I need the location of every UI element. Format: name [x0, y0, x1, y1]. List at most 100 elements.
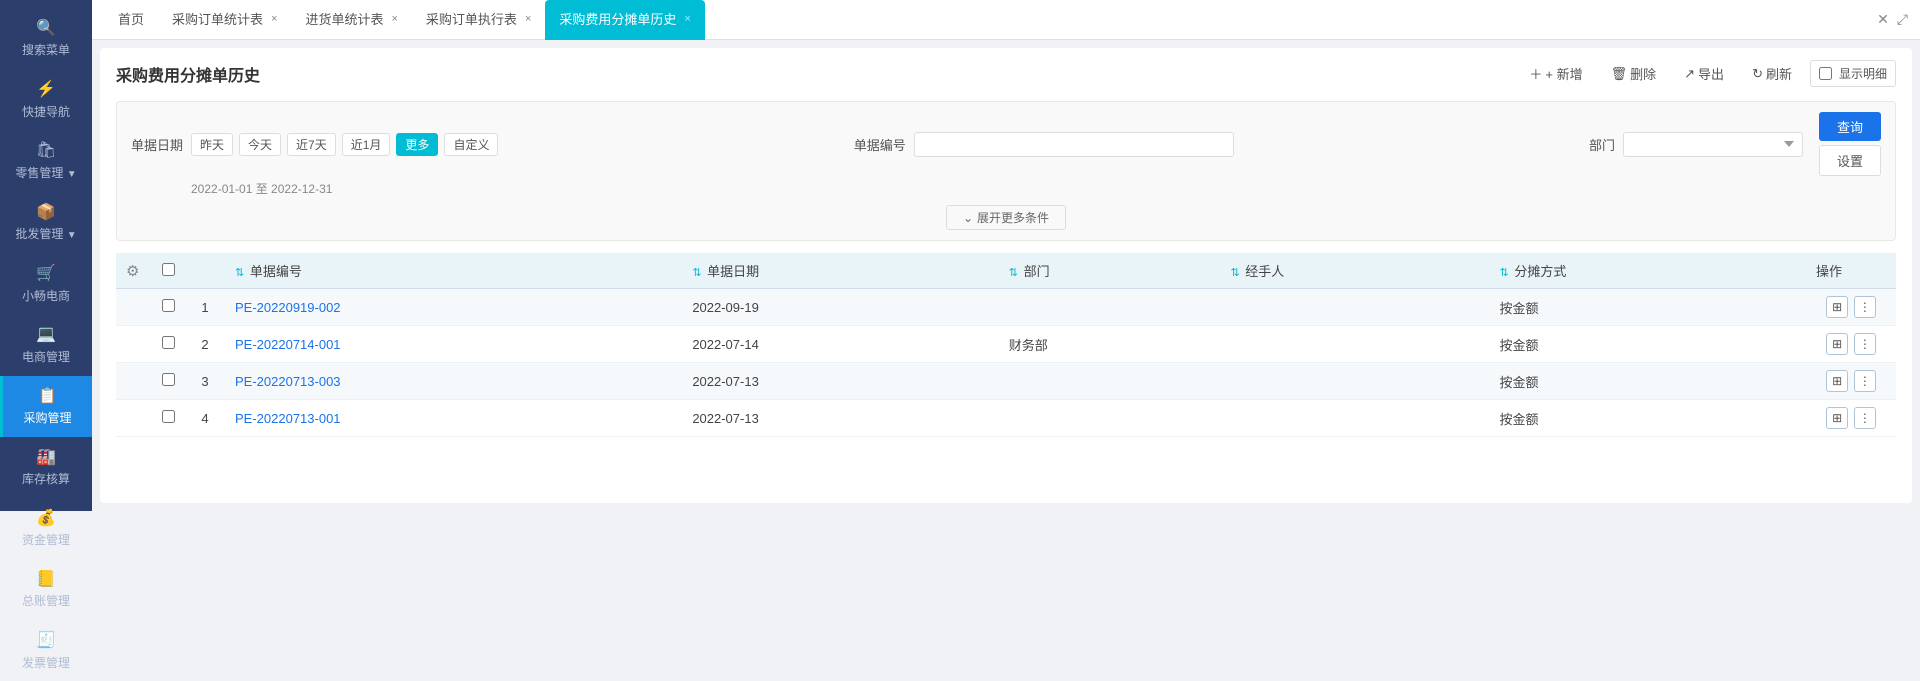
refresh-button[interactable]: ↻ 刷新 — [1742, 60, 1802, 87]
show-cols-checkbox-label[interactable]: 显示明细 — [1810, 60, 1896, 87]
row-dept-1: 财务部 — [999, 326, 1221, 363]
date-filter-group: 单据日期 昨天 今天 近7天 近1月 更多 自定义 — [131, 133, 498, 156]
inventory-icon: 🏭 — [4, 447, 88, 469]
doc-no-link-0[interactable]: PE-20220919-002 — [235, 300, 341, 315]
doc-no-link-1[interactable]: PE-20220714-001 — [235, 337, 341, 352]
more-btn-0[interactable]: ⋮ — [1854, 296, 1876, 318]
more-btn[interactable]: 更多 — [396, 133, 438, 156]
date-filter-label: 单据日期 — [131, 135, 183, 154]
expand-window-icon[interactable]: ⤢ — [1897, 11, 1908, 28]
row-doc-date-3: 2022-07-13 — [682, 400, 998, 437]
select-all-checkbox[interactable] — [162, 263, 175, 276]
doc-no-label: 单据编号 — [854, 135, 906, 154]
row-no-2: 3 — [185, 363, 225, 400]
expand-more-btn[interactable]: ⌄ 展开更多条件 — [946, 205, 1066, 230]
doc-no-link-3[interactable]: PE-20220713-001 — [235, 411, 341, 426]
row-select-3[interactable] — [162, 410, 175, 423]
doc-no-link-2[interactable]: PE-20220713-003 — [235, 374, 341, 389]
more-btn-1[interactable]: ⋮ — [1854, 333, 1876, 355]
row-settings-1 — [116, 326, 152, 363]
dept-select[interactable]: 财务部 — [1623, 132, 1803, 157]
invoice-mgmt-icon: 🧾 — [4, 630, 88, 652]
search-button[interactable]: 查询 — [1819, 112, 1881, 141]
row-dept-0 — [999, 289, 1221, 326]
row-doc-no-3: PE-20220713-001 — [225, 400, 682, 437]
sort-icon-dept: ⇅ — [1009, 267, 1018, 279]
delete-icon: 🗑 — [1611, 66, 1628, 82]
tab-incoming-stats[interactable]: 进货单统计表 × — [291, 0, 411, 40]
row-select-0[interactable] — [162, 299, 175, 312]
date-range-display: 2022-01-01 至 2022-12-31 — [131, 180, 1881, 197]
row-checkbox-1 — [152, 326, 185, 363]
close-all-tabs-icon[interactable]: ✕ — [1877, 11, 1889, 28]
refresh-icon: ↻ — [1752, 66, 1763, 82]
today-btn[interactable]: 今天 — [239, 133, 281, 156]
tab-close-incoming-stats[interactable]: × — [391, 13, 397, 25]
show-cols-checkbox[interactable] — [1819, 67, 1832, 80]
filter-area: 单据日期 昨天 今天 近7天 近1月 更多 自定义 单据编号 — [116, 101, 1896, 241]
tab-close-purchase-order-stats[interactable]: × — [271, 13, 277, 25]
row-split-method-1: 按金额 — [1490, 326, 1806, 363]
page-title: 采购费用分摊单历史 — [116, 62, 260, 86]
row-split-method-0: 按金额 — [1490, 289, 1806, 326]
sidebar-item-capital-mgmt[interactable]: 💰 资金管理 — [0, 498, 92, 559]
table-settings-icon[interactable]: ⚙ — [126, 263, 139, 280]
tab-purchase-order-exec[interactable]: 采购订单执行表 × — [412, 0, 545, 40]
sidebar-item-search-menu[interactable]: 🔍 搜索菜单 — [0, 8, 92, 69]
more-btn-2[interactable]: ⋮ — [1854, 370, 1876, 392]
export-icon: ↗ — [1684, 66, 1695, 82]
custom-btn[interactable]: 自定义 — [444, 133, 498, 156]
row-doc-date-0: 2022-09-19 — [682, 289, 998, 326]
col-handler-header: ⇅ 经手人 — [1220, 253, 1489, 289]
tab-bar-right: ✕ ⤢ — [1877, 11, 1908, 28]
row-dept-3 — [999, 400, 1221, 437]
sort-icon-doc-date: ⇅ — [692, 267, 701, 279]
add-button[interactable]: ＋ + 新增 — [1519, 60, 1592, 87]
sidebar-item-wholesale-mgmt[interactable]: 📦 批发管理 ▼ — [0, 192, 92, 253]
sidebar-item-ledger-mgmt[interactable]: 📒 总账管理 — [0, 559, 92, 620]
row-doc-date-2: 2022-07-13 — [682, 363, 998, 400]
row-select-2[interactable] — [162, 373, 175, 386]
more-btn-3[interactable]: ⋮ — [1854, 407, 1876, 429]
row-settings-2 — [116, 363, 152, 400]
sidebar-item-ecom-mgmt[interactable]: 💻 电商管理 — [0, 314, 92, 375]
col-doc-date-header: ⇅ 单据日期 — [682, 253, 998, 289]
ecom-mgmt-icon: 💻 — [4, 324, 88, 346]
doc-no-filter-group: 单据编号 — [514, 132, 1573, 157]
last1m-btn[interactable]: 近1月 — [342, 133, 391, 156]
view-btn-2[interactable]: ⊞ — [1826, 370, 1848, 392]
action-buttons: 查询 设置 — [1819, 112, 1881, 176]
content-area: 采购费用分摊单历史 ＋ + 新增 🗑 删除 ↗ 导出 ↻ 刷新 — [100, 48, 1912, 503]
tab-close-purchase-order-exec[interactable]: × — [525, 13, 531, 25]
sidebar-item-quick-nav[interactable]: ⚡ 快捷导航 — [0, 69, 92, 130]
toolbar: ＋ + 新增 🗑 删除 ↗ 导出 ↻ 刷新 显示明细 — [1519, 60, 1896, 87]
view-btn-0[interactable]: ⊞ — [1826, 296, 1848, 318]
tab-purchase-order-stats[interactable]: 采购订单统计表 × — [158, 0, 291, 40]
mini-ecom-icon: 🛒 — [4, 263, 88, 285]
sidebar-item-purchase-mgmt[interactable]: 📋 采购管理 — [0, 376, 92, 437]
row-ops-2: ⊞ ⋮ — [1806, 363, 1896, 400]
add-icon: ＋ — [1529, 64, 1542, 83]
settings-button[interactable]: 设置 — [1819, 145, 1881, 176]
tab-purchase-cost-history[interactable]: 采购费用分摊单历史 × — [545, 0, 704, 40]
export-button[interactable]: ↗ 导出 — [1674, 60, 1734, 87]
sidebar: 🔍 搜索菜单 ⚡ 快捷导航 🛍 零售管理 ▼ 📦 批发管理 ▼ 🛒 小畅电商 💻… — [0, 0, 92, 511]
delete-button[interactable]: 🗑 删除 — [1601, 60, 1667, 87]
view-btn-3[interactable]: ⊞ — [1826, 407, 1848, 429]
yesterday-btn[interactable]: 昨天 — [191, 133, 233, 156]
tab-home[interactable]: 首页 — [104, 0, 158, 40]
date-range-text: 2022-01-01 至 2022-12-31 — [191, 182, 332, 196]
view-btn-1[interactable]: ⊞ — [1826, 333, 1848, 355]
doc-no-input[interactable] — [914, 132, 1234, 157]
sidebar-item-mini-ecom[interactable]: 🛒 小畅电商 — [0, 253, 92, 314]
tab-bar: 首页 采购订单统计表 × 进货单统计表 × 采购订单执行表 × 采购费用分摊单历… — [92, 0, 1920, 40]
last7-btn[interactable]: 近7天 — [287, 133, 336, 156]
row-select-1[interactable] — [162, 336, 175, 349]
sidebar-item-retail-mgmt[interactable]: 🛍 零售管理 ▼ — [0, 130, 92, 191]
tab-close-purchase-cost-history[interactable]: × — [684, 13, 690, 25]
page-header: 采购费用分摊单历史 ＋ + 新增 🗑 删除 ↗ 导出 ↻ 刷新 — [116, 60, 1896, 87]
sidebar-item-inventory[interactable]: 🏭 库存核算 — [0, 437, 92, 498]
sidebar-item-invoice-mgmt[interactable]: 🧾 发票管理 — [0, 620, 92, 681]
table-body: 1 PE-20220919-002 2022-09-19 按金额 ⊞ ⋮ 2 P… — [116, 289, 1896, 437]
col-settings: ⚙ — [116, 253, 152, 289]
